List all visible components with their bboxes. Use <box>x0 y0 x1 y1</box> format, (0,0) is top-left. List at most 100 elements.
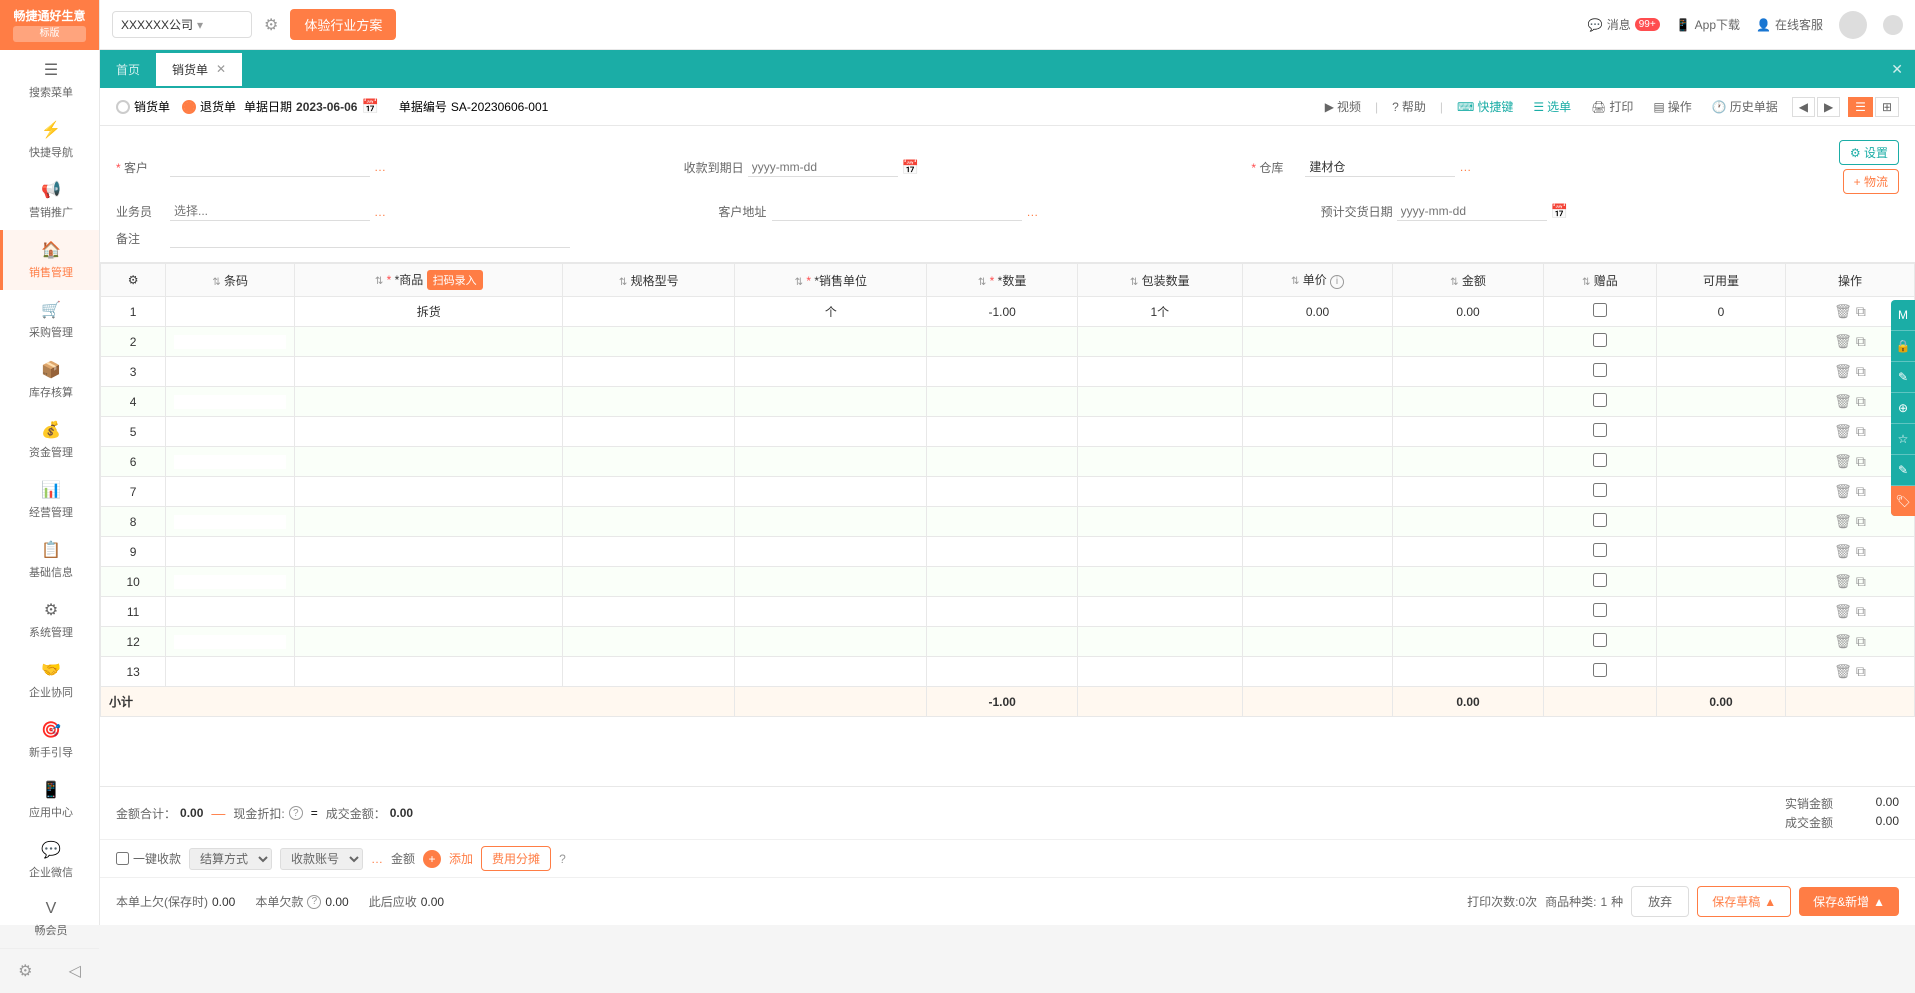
select-btn[interactable]: ☰ 选单 <box>1527 96 1577 117</box>
row-product-11[interactable] <box>295 627 563 657</box>
radio-sales-order[interactable]: 销货单 <box>116 98 170 115</box>
barcode-input-1[interactable] <box>174 335 286 349</box>
row-price-2[interactable] <box>1242 357 1393 387</box>
remark-input[interactable] <box>170 229 570 248</box>
row-barcode-2[interactable] <box>166 357 295 387</box>
barcode-input-4[interactable] <box>174 425 286 439</box>
row-gift-1[interactable] <box>1543 327 1656 357</box>
row-spec-4[interactable] <box>563 417 735 447</box>
row-copy-icon-0[interactable]: ⧉ <box>1856 303 1866 320</box>
salesperson-input[interactable] <box>170 202 370 221</box>
expected-date-input[interactable] <box>1397 202 1547 221</box>
logistics-button[interactable]: + 物流 <box>1843 169 1899 194</box>
row-product-9[interactable] <box>295 567 563 597</box>
row-barcode-1[interactable] <box>166 327 295 357</box>
cash-discount-info[interactable]: ? <box>289 806 303 820</box>
row-copy-icon-7[interactable]: ⧉ <box>1856 513 1866 530</box>
row-copy-icon-2[interactable]: ⧉ <box>1856 363 1866 380</box>
gift-checkbox-1[interactable] <box>1593 333 1607 347</box>
expense-help-icon[interactable]: ? <box>559 852 566 866</box>
row-unit-2[interactable] <box>735 357 927 387</box>
row-unit-12[interactable] <box>735 657 927 687</box>
row-spec-10[interactable] <box>563 597 735 627</box>
row-barcode-8[interactable] <box>166 537 295 567</box>
operate-btn[interactable]: ▤ 操作 <box>1647 96 1697 117</box>
row-copy-icon-8[interactable]: ⧉ <box>1856 543 1866 560</box>
row-delete-icon-0[interactable]: 🗑 <box>1834 303 1852 320</box>
barcode-input-5[interactable] <box>174 455 286 469</box>
row-qty-3[interactable] <box>927 387 1077 417</box>
row-packqty-2[interactable] <box>1077 357 1242 387</box>
row-amount-5[interactable] <box>1393 447 1543 477</box>
row-copy-icon-10[interactable]: ⧉ <box>1856 603 1866 620</box>
message-button[interactable]: 💬 消息 99+ <box>1588 16 1660 33</box>
sidebar-item-system[interactable]: ⚙系统管理 <box>0 590 99 650</box>
row-gift-2[interactable] <box>1543 357 1656 387</box>
save-draft-button[interactable]: 保存草稿 ▲ <box>1697 886 1791 917</box>
row-barcode-7[interactable] <box>166 507 295 537</box>
sidebar-item-sales[interactable]: 🏠销售管理 <box>0 230 99 290</box>
row-qty-12[interactable] <box>927 657 1077 687</box>
row-qty-0[interactable]: -1.00 <box>927 297 1077 327</box>
close-all-tabs-button[interactable]: ✕ <box>1879 61 1915 78</box>
expected-date-cal-icon[interactable]: 📅 <box>1551 203 1568 220</box>
row-spec-7[interactable] <box>563 507 735 537</box>
right-panel-item-6[interactable]: ✎ <box>1891 455 1915 486</box>
row-copy-icon-3[interactable]: ⧉ <box>1856 393 1866 410</box>
row-unit-6[interactable] <box>735 477 927 507</box>
company-selector[interactable]: XXXXXX公司 ▾ <box>112 11 252 38</box>
barcode-input-9[interactable] <box>174 575 286 589</box>
customer-addr-dots[interactable]: … <box>1026 205 1038 219</box>
row-delete-icon-8[interactable]: 🗑 <box>1834 543 1852 560</box>
row-packqty-9[interactable] <box>1077 567 1242 597</box>
row-delete-icon-1[interactable]: 🗑 <box>1834 333 1852 350</box>
gift-checkbox-10[interactable] <box>1593 603 1607 617</box>
sidebar-item-marketing[interactable]: 📢营销推广 <box>0 170 99 230</box>
sidebar-item-wechat[interactable]: 💬企业微信 <box>0 830 99 890</box>
row-barcode-5[interactable] <box>166 447 295 477</box>
row-price-4[interactable] <box>1242 417 1393 447</box>
row-packqty-1[interactable] <box>1077 327 1242 357</box>
video-btn[interactable]: ▶ 视频 <box>1319 96 1367 117</box>
right-panel-item-1[interactable]: M <box>1891 300 1915 331</box>
list-view-toggle[interactable]: ☰ <box>1848 97 1873 117</box>
row-gift-3[interactable] <box>1543 387 1656 417</box>
row-unit-4[interactable] <box>735 417 927 447</box>
shortcut-btn[interactable]: ⌨ 快捷键 <box>1451 96 1519 117</box>
row-copy-icon-1[interactable]: ⧉ <box>1856 333 1866 350</box>
row-product-4[interactable] <box>295 417 563 447</box>
row-delete-icon-7[interactable]: 🗑 <box>1834 513 1852 530</box>
row-product-10[interactable] <box>295 597 563 627</box>
row-price-6[interactable] <box>1242 477 1393 507</box>
gift-checkbox-0[interactable] <box>1593 303 1607 317</box>
tab-close-icon[interactable]: ✕ <box>216 62 226 76</box>
sidebar-settings-icon[interactable]: ⚙ <box>14 957 36 985</box>
row-product-8[interactable] <box>295 537 563 567</box>
date-calendar-icon[interactable]: 📅 <box>361 98 378 115</box>
account-select[interactable]: 收款账号 <box>280 848 363 870</box>
account-dots[interactable]: … <box>371 852 383 866</box>
row-product-7[interactable] <box>295 507 563 537</box>
gift-checkbox-9[interactable] <box>1593 573 1607 587</box>
right-panel-item-3[interactable]: ✎ <box>1891 362 1915 393</box>
trial-button[interactable]: 体验行业方案 <box>290 9 396 40</box>
online-service-button[interactable]: 👤 在线客服 <box>1756 16 1823 33</box>
right-panel-item-5[interactable]: ☆ <box>1891 424 1915 455</box>
barcode-input-10[interactable] <box>174 605 286 619</box>
row-gift-4[interactable] <box>1543 417 1656 447</box>
row-gift-6[interactable] <box>1543 477 1656 507</box>
sidebar-item-purchase[interactable]: 🛒采购管理 <box>0 290 99 350</box>
row-amount-6[interactable] <box>1393 477 1543 507</box>
row-delete-icon-6[interactable]: 🗑 <box>1834 483 1852 500</box>
row-packqty-7[interactable] <box>1077 507 1242 537</box>
row-packqty-8[interactable] <box>1077 537 1242 567</box>
warehouse-dots[interactable]: … <box>1459 160 1471 174</box>
row-spec-12[interactable] <box>563 657 735 687</box>
sidebar-collapse-icon[interactable]: ◁ <box>65 957 85 985</box>
row-price-9[interactable] <box>1242 567 1393 597</box>
row-unit-0[interactable]: 个 <box>735 297 927 327</box>
customer-dots[interactable]: … <box>374 160 386 174</box>
row-amount-0[interactable]: 0.00 <box>1393 297 1543 327</box>
customer-addr-input[interactable] <box>772 202 1022 221</box>
sidebar-item-enterprise[interactable]: 🤝企业协同 <box>0 650 99 710</box>
